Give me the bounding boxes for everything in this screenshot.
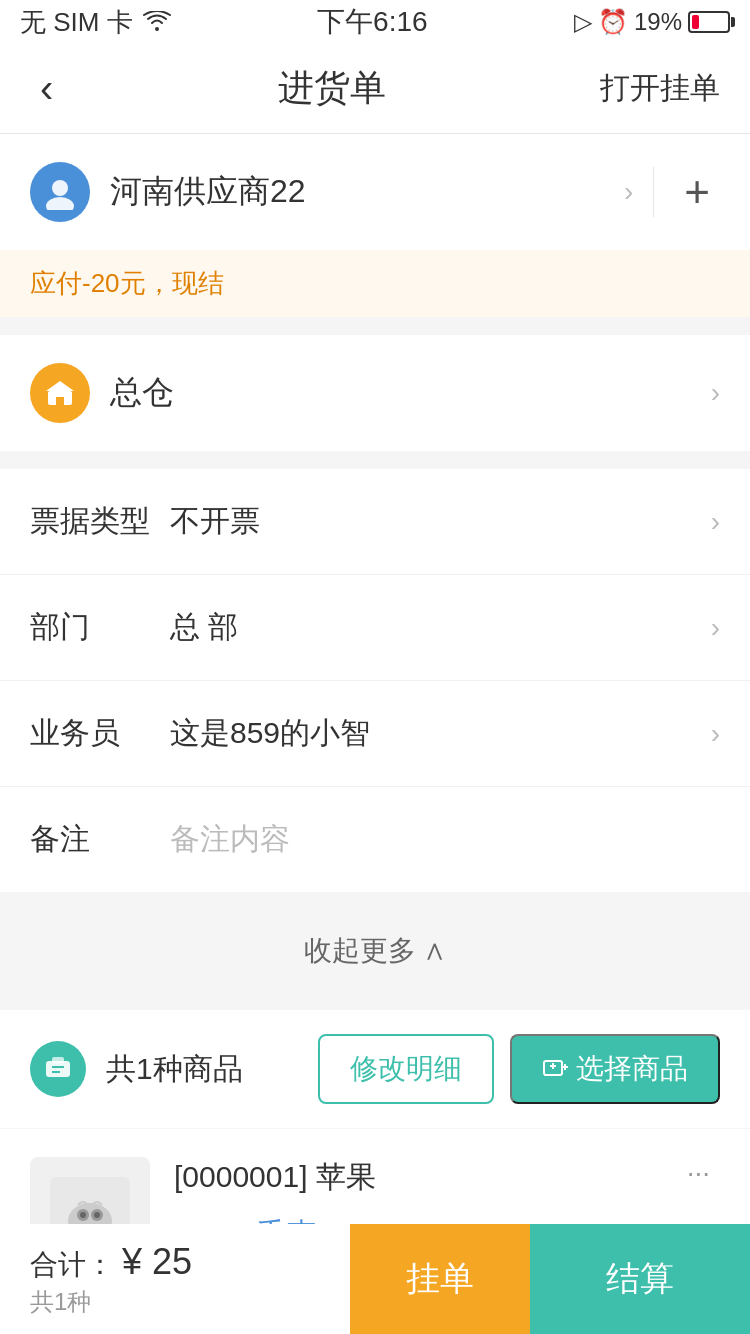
salesman-row[interactable]: 业务员 这是859的小智 › xyxy=(0,681,750,787)
warehouse-chevron: › xyxy=(711,377,720,409)
collapse-button[interactable]: 收起更多 ∧ xyxy=(0,910,750,992)
status-right: ▷ ⏰ 19% xyxy=(574,8,730,36)
divider xyxy=(653,167,654,217)
svg-rect-6 xyxy=(52,1057,64,1063)
salesman-value: 这是859的小智 xyxy=(170,713,701,754)
products-count: 共1种商品 xyxy=(106,1049,318,1090)
svg-point-0 xyxy=(52,180,68,196)
product-more-button[interactable]: ··· xyxy=(677,1157,720,1189)
page-title: 进货单 xyxy=(278,64,386,113)
invoice-type-value: 不开票 xyxy=(170,501,701,542)
edit-detail-button[interactable]: 修改明细 xyxy=(318,1034,494,1104)
battery-icon xyxy=(688,11,730,33)
status-time: 下午6:16 xyxy=(317,3,428,41)
product-name: [0000001] 苹果 xyxy=(174,1157,677,1198)
products-header: 共1种商品 修改明细 选择商品 xyxy=(0,1010,750,1128)
alert-banner: 应付-20元，现结 xyxy=(0,250,750,317)
total-row: 合计： ¥ 25 xyxy=(30,1241,320,1284)
carrier-text: 无 SIM 卡 xyxy=(20,5,133,40)
svg-point-18 xyxy=(94,1212,100,1218)
warehouse-section: 总仓 › xyxy=(0,335,750,451)
invoice-chevron: › xyxy=(711,506,720,538)
location-icon: ▷ xyxy=(574,8,592,36)
products-icon xyxy=(30,1041,86,1097)
nav-bar: ‹ 进货单 打开挂单 xyxy=(0,44,750,134)
back-button[interactable]: ‹ xyxy=(30,56,63,121)
wifi-icon xyxy=(143,7,171,38)
warehouse-name: 总仓 xyxy=(110,371,701,415)
svg-rect-5 xyxy=(46,1061,70,1077)
department-label: 部门 xyxy=(30,607,170,648)
invoice-type-label: 票据类型 xyxy=(30,501,170,542)
invoice-type-row[interactable]: 票据类型 不开票 › xyxy=(0,469,750,575)
supplier-chevron: › xyxy=(624,176,633,208)
salesman-label: 业务员 xyxy=(30,713,170,754)
form-section: 票据类型 不开票 › 部门 总 部 › 业务员 这是859的小智 › 备注 备注… xyxy=(0,469,750,892)
supplier-name: 河南供应商22 xyxy=(110,170,614,214)
supplier-avatar xyxy=(30,162,90,222)
svg-point-1 xyxy=(46,197,74,210)
total-count: 共1种 xyxy=(30,1286,320,1318)
total-amount: ¥ 25 xyxy=(122,1241,192,1283)
add-supplier-button[interactable]: + xyxy=(674,167,720,217)
status-left: 无 SIM 卡 xyxy=(20,5,171,40)
svg-marker-3 xyxy=(46,381,74,391)
select-product-button[interactable]: 选择商品 xyxy=(510,1034,720,1104)
bottom-bar: 合计： ¥ 25 共1种 挂单 结算 xyxy=(0,1224,750,1334)
department-chevron: › xyxy=(711,612,720,644)
department-row[interactable]: 部门 总 部 › xyxy=(0,575,750,681)
department-value: 总 部 xyxy=(170,607,701,648)
warehouse-icon xyxy=(30,363,90,423)
alarm-icon: ⏰ xyxy=(598,8,628,36)
total-section: 合计： ¥ 25 共1种 xyxy=(0,1224,350,1334)
battery-percent: 19% xyxy=(634,8,682,36)
checkout-button[interactable]: 结算 xyxy=(530,1224,750,1334)
remarks-label: 备注 xyxy=(30,819,170,860)
supplier-section: 河南供应商22 › + 应付-20元，现结 xyxy=(0,134,750,317)
svg-point-17 xyxy=(80,1212,86,1218)
warehouse-row[interactable]: 总仓 › xyxy=(0,335,750,451)
remarks-row[interactable]: 备注 备注内容 xyxy=(0,787,750,892)
total-label: 合计： xyxy=(30,1246,114,1284)
select-product-label: 选择商品 xyxy=(576,1050,688,1088)
remarks-input[interactable]: 备注内容 xyxy=(170,819,720,860)
supplier-row[interactable]: 河南供应商22 › + xyxy=(0,134,750,250)
svg-rect-4 xyxy=(56,397,64,405)
hang-button[interactable]: 挂单 xyxy=(350,1224,530,1334)
status-bar: 无 SIM 卡 下午6:16 ▷ ⏰ 19% xyxy=(0,0,750,44)
open-hang-button[interactable]: 打开挂单 xyxy=(600,68,720,109)
salesman-chevron: › xyxy=(711,718,720,750)
